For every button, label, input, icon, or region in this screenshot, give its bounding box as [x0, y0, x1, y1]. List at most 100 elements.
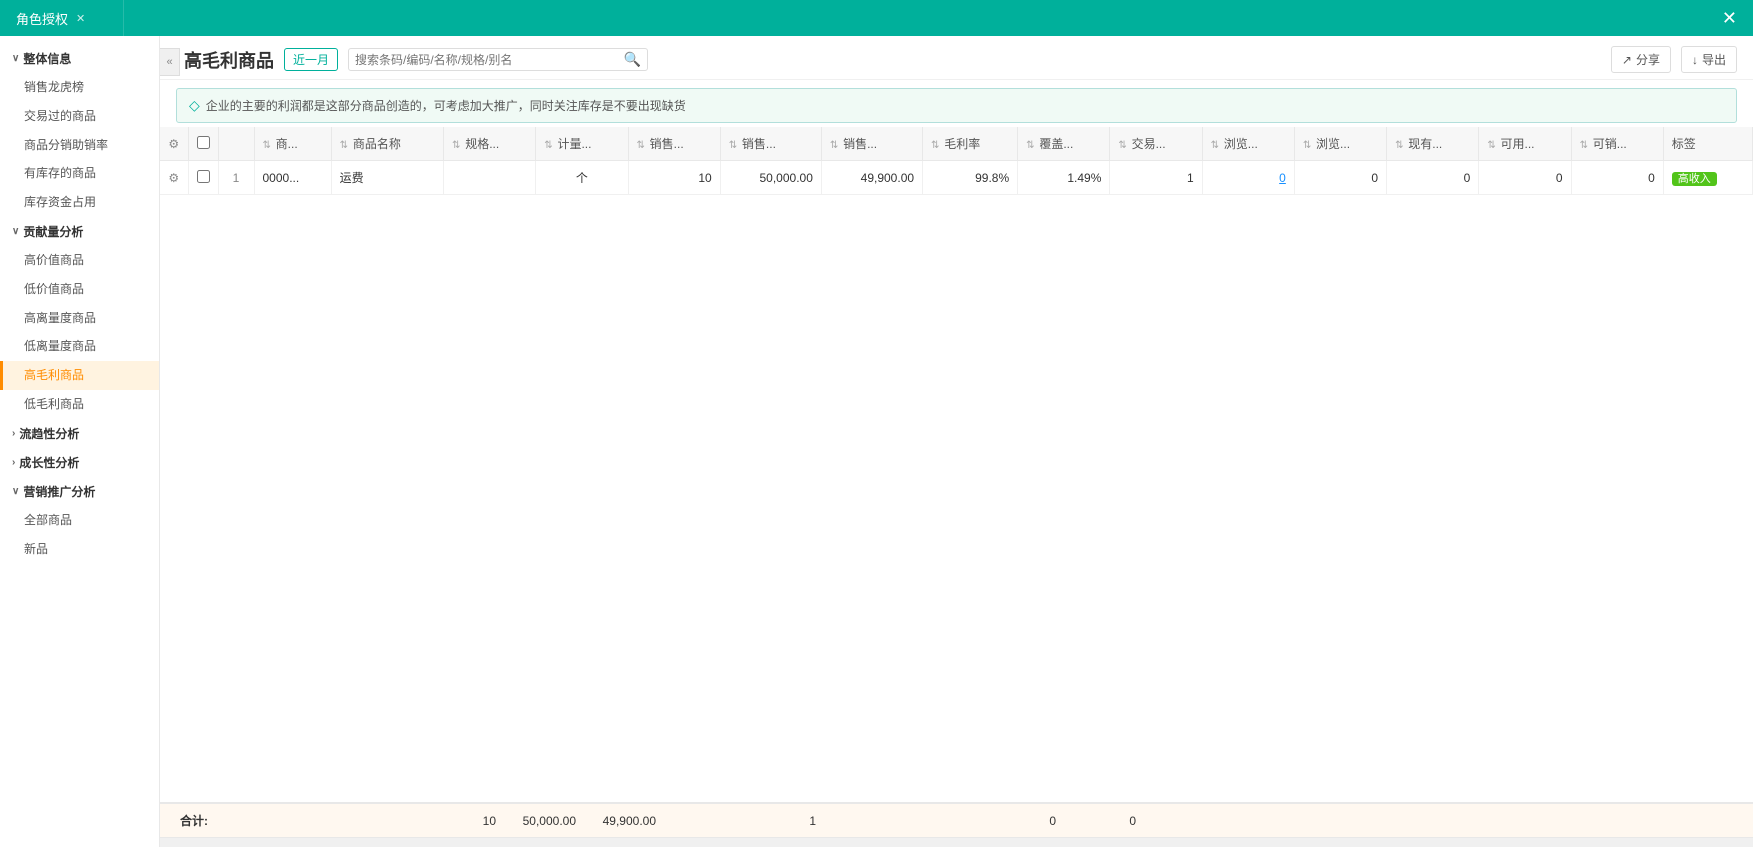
share-icon: ↗: [1622, 53, 1632, 67]
col-header-browse2[interactable]: ⇅ 浏览...: [1294, 127, 1386, 161]
row-no-0: 1: [218, 161, 254, 195]
cell-trade_count-0: 1: [1110, 161, 1202, 195]
col-label-unit: 计量...: [557, 137, 591, 151]
cell-current_stock-0: 0: [1387, 161, 1479, 195]
col-label-name: 商品名称: [353, 137, 401, 151]
table-wrapper[interactable]: ⚙⇅ 商...⇅ 商品名称⇅ 规格...⇅ 计量...⇅ 销售...⇅ 销售..…: [160, 127, 1753, 802]
col-header-current_stock[interactable]: ⇅ 现有...: [1387, 127, 1479, 161]
table-row: ⚙10000...运费个1050,000.0049,900.0099.8%1.4…: [160, 161, 1753, 195]
sidebar-section-trend-analysis[interactable]: ›流趋性分析: [0, 419, 159, 448]
sidebar-item-low-margin[interactable]: 低毛利商品: [0, 390, 159, 419]
sort-icon-sales_amt: ⇅: [729, 140, 740, 151]
footer-spacer4: [904, 814, 984, 828]
col-header-cover_rate[interactable]: ⇅ 覆盖...: [1018, 127, 1110, 161]
cell-sales_qty-0: 10: [628, 161, 720, 195]
cell-sales_amt-0: 50,000.00: [720, 161, 821, 195]
sidebar-item-stocked-goods[interactable]: 有库存的商品: [0, 159, 159, 188]
cell-code-0: 0000...: [254, 161, 331, 195]
col-header-trade_count[interactable]: ⇅ 交易...: [1110, 127, 1202, 161]
footer-spacer1: [224, 814, 424, 828]
sidebar-item-traded-goods[interactable]: 交易过的商品: [0, 102, 159, 131]
search-box: 🔍: [348, 48, 648, 71]
sort-icon-unit: ⇅: [544, 140, 555, 151]
sidebar-section-label-trend-analysis: 流趋性分析: [19, 425, 79, 442]
export-icon: ↓: [1692, 53, 1698, 67]
col-header-available_stock[interactable]: ⇅ 可用...: [1479, 127, 1571, 161]
sidebar-item-high-freq[interactable]: 高离量度商品: [0, 304, 159, 333]
sidebar-collapse-button[interactable]: «: [160, 48, 180, 76]
sidebar-item-all-goods[interactable]: 全部商品: [0, 506, 159, 535]
page-title: 高毛利商品: [184, 47, 274, 73]
col-header-code[interactable]: ⇅ 商...: [254, 127, 331, 161]
sidebar-item-new-goods[interactable]: 新品: [0, 535, 159, 564]
app-close-button[interactable]: ✕: [1710, 8, 1749, 29]
sort-icon-trade_count: ⇅: [1118, 140, 1129, 151]
cell-cover_rate-0: 1.49%: [1018, 161, 1110, 195]
col-header-margin_rate[interactable]: ⇅ 毛利率: [923, 127, 1018, 161]
col-label-browse1: 浏览...: [1224, 137, 1258, 151]
col-label-sales_cost: 销售...: [843, 137, 877, 151]
sidebar-section-profit-analysis[interactable]: ∨贡献量分析: [0, 217, 159, 246]
sidebar-section-overall[interactable]: ∨整体信息: [0, 44, 159, 73]
footer-sales-amt: 50,000.00: [504, 814, 584, 828]
search-input[interactable]: [355, 53, 624, 67]
footer-spacer2: [664, 814, 744, 828]
row-settings-0[interactable]: ⚙: [160, 161, 188, 195]
nav-tab-label-role: 角色授权: [16, 9, 68, 28]
share-button[interactable]: ↗ 分享: [1611, 46, 1671, 73]
sidebar-item-high-margin[interactable]: 高毛利商品: [0, 361, 159, 390]
col-header-unit[interactable]: ⇅ 计量...: [536, 127, 628, 161]
sidebar-section-arrow-marketing-analysis: ∨: [12, 486, 19, 497]
col-header-name[interactable]: ⇅ 商品名称: [331, 127, 443, 161]
col-header-no: [218, 127, 254, 161]
sort-icon-available_stock: ⇅: [1487, 140, 1498, 151]
nav-tab-close-role[interactable]: ✕: [76, 12, 85, 25]
nav-tab-role[interactable]: 角色授权 ✕: [4, 0, 124, 36]
table-header-row: ⚙⇅ 商...⇅ 商品名称⇅ 规格...⇅ 计量...⇅ 销售...⇅ 销售..…: [160, 127, 1753, 161]
main-layout: ∨整体信息销售龙虎榜交易过的商品商品分销助销率有库存的商品库存资金占用∨贡献量分…: [0, 36, 1753, 847]
col-header-saleable_stock[interactable]: ⇅ 可销...: [1571, 127, 1663, 161]
col-header-sales_cost[interactable]: ⇅ 销售...: [821, 127, 922, 161]
info-icon: ◇: [189, 97, 200, 114]
col-header-spec[interactable]: ⇅ 规格...: [444, 127, 536, 161]
col-header-browse1[interactable]: ⇅ 浏览...: [1202, 127, 1294, 161]
period-button[interactable]: 近一月: [284, 48, 338, 71]
content-area: « 高毛利商品 近一月 🔍 ↗ 分享 ↓ 导出 ◇ 企业的主要的利润都是这部分商…: [160, 36, 1753, 847]
sidebar-item-low-value[interactable]: 低价值商品: [0, 275, 159, 304]
sort-icon-browse2: ⇅: [1303, 140, 1314, 151]
cell-name-0: 运费: [331, 161, 443, 195]
col-label-margin_rate: 毛利率: [944, 137, 980, 151]
table-footer: 合计: 10 50,000.00 49,900.00 1 0 0: [160, 802, 1753, 837]
sidebar-section-growth-analysis[interactable]: ›成长性分析: [0, 448, 159, 477]
footer-spacer3: [824, 814, 904, 828]
col-label-browse2: 浏览...: [1316, 137, 1350, 151]
col-header-checkbox: [188, 127, 218, 161]
browse1-link-0[interactable]: 0: [1279, 171, 1286, 185]
sort-icon-current_stock: ⇅: [1395, 140, 1406, 151]
footer-sales-qty: 10: [424, 814, 504, 828]
sidebar-item-hot-goods[interactable]: 销售龙虎榜: [0, 73, 159, 102]
sort-icon-sales_cost: ⇅: [830, 140, 841, 151]
footer-available-stock: 0: [1064, 814, 1144, 828]
sidebar: ∨整体信息销售龙虎榜交易过的商品商品分销助销率有库存的商品库存资金占用∨贡献量分…: [0, 36, 160, 847]
search-icon[interactable]: 🔍: [624, 51, 641, 68]
sidebar-item-capital-occupy[interactable]: 库存资金占用: [0, 188, 159, 217]
col-header-sales_amt[interactable]: ⇅ 销售...: [720, 127, 821, 161]
cell-margin_rate-0: 99.8%: [923, 161, 1018, 195]
tag-badge-0: 高收入: [1672, 172, 1717, 186]
sidebar-section-arrow-profit-analysis: ∨: [12, 226, 19, 237]
bottom-scrollbar[interactable]: [160, 837, 1753, 847]
sort-icon-saleable_stock: ⇅: [1580, 140, 1591, 151]
sidebar-item-low-freq[interactable]: 低离量度商品: [0, 332, 159, 361]
sidebar-item-analysis-rate[interactable]: 商品分销助销率: [0, 131, 159, 160]
sidebar-item-high-value[interactable]: 高价值商品: [0, 246, 159, 275]
sort-icon-margin_rate: ⇅: [931, 140, 942, 151]
data-table: ⚙⇅ 商...⇅ 商品名称⇅ 规格...⇅ 计量...⇅ 销售...⇅ 销售..…: [160, 127, 1753, 195]
sidebar-section-marketing-analysis[interactable]: ∨营销推广分析: [0, 477, 159, 506]
col-label-available_stock: 可用...: [1501, 137, 1535, 151]
select-all-checkbox[interactable]: [197, 136, 210, 149]
export-button[interactable]: ↓ 导出: [1681, 46, 1737, 73]
col-header-sales_qty[interactable]: ⇅ 销售...: [628, 127, 720, 161]
sort-icon-cover_rate: ⇅: [1026, 140, 1037, 151]
row-checkbox-0[interactable]: [188, 161, 218, 195]
